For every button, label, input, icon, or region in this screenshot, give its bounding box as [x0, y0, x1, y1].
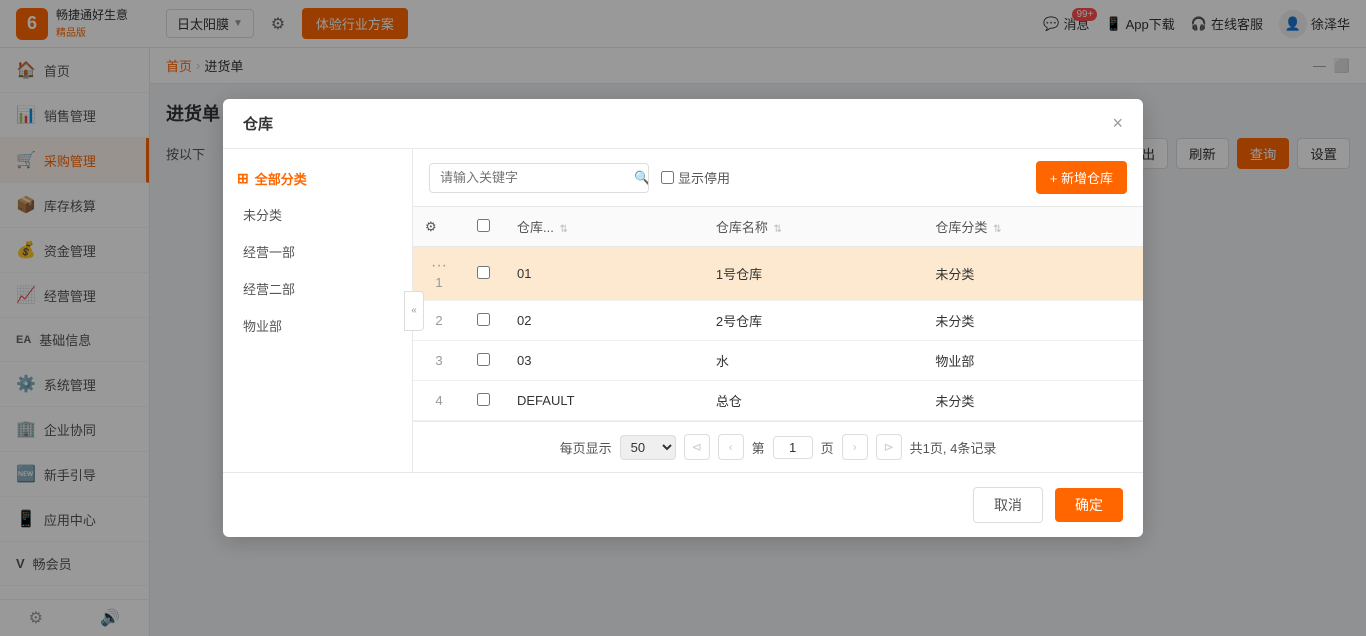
row-num-val: 3 [435, 353, 442, 368]
category-item-unclassified[interactable]: 未分类 [223, 196, 412, 233]
category-item-property[interactable]: 物业部 [223, 307, 412, 344]
warehouse-modal: 仓库 × ⊞ 全部分类 未分类 经营一部 经营二部 [223, 99, 1143, 537]
search-input[interactable] [430, 164, 626, 191]
show-disabled-checkbox[interactable] [661, 171, 674, 184]
sort-category-icon: ⇅ [993, 224, 1001, 235]
next-page-button[interactable]: › [842, 434, 868, 460]
grid-icon: ⊞ [237, 170, 249, 187]
row-checkbox[interactable] [477, 266, 490, 279]
table-area: 🔍 显示停用 + 新增仓库 ⚙ [413, 149, 1143, 472]
row-checkbox[interactable] [477, 393, 490, 406]
col-name-header: 仓库名称 ⇅ [704, 207, 924, 247]
row-category: 未分类 [923, 381, 1143, 421]
table-row[interactable]: ··· 2 02 2号仓库 未分类 [413, 301, 1143, 341]
search-icon[interactable]: 🔍 [626, 164, 649, 192]
table-row[interactable]: ··· 3 03 水 物业部 [413, 341, 1143, 381]
col-category-header: 仓库分类 ⇅ [923, 207, 1143, 247]
sort-name-icon: ⇅ [774, 224, 782, 235]
page-total: 共1页, 4条记录 [910, 438, 997, 457]
row-category: 未分类 [923, 247, 1143, 301]
category-sidebar: ⊞ 全部分类 未分类 经营一部 经营二部 物业部 « [223, 149, 413, 472]
modal-header: 仓库 × [223, 99, 1143, 149]
row-checkbox[interactable] [477, 353, 490, 366]
add-warehouse-button[interactable]: + 新增仓库 [1036, 161, 1127, 194]
row-num-val: 1 [435, 275, 442, 290]
modal-overlay: 仓库 × ⊞ 全部分类 未分类 经营一部 经营二部 [0, 0, 1366, 636]
category-label-unclassified: 未分类 [243, 208, 282, 223]
row-actions: ··· 4 [413, 381, 465, 421]
data-table: ⚙ 仓库... ⇅ 仓库名称 [413, 206, 1143, 421]
all-categories-label: 全部分类 [255, 169, 307, 188]
row-checkbox-cell [465, 301, 505, 341]
row-category: 物业部 [923, 341, 1143, 381]
show-disabled-label: 显示停用 [678, 168, 730, 187]
show-disabled-toggle[interactable]: 显示停用 [661, 168, 730, 187]
row-name: 水 [704, 341, 924, 381]
category-label-ops1: 经营一部 [243, 245, 295, 260]
category-label-ops2: 经营二部 [243, 282, 295, 297]
row-code: 01 [505, 247, 704, 301]
modal-title: 仓库 [243, 113, 273, 134]
col-code-header: 仓库... ⇅ [505, 207, 704, 247]
row-checkbox[interactable] [477, 313, 490, 326]
last-page-button[interactable]: ⊳ [876, 434, 902, 460]
category-item-ops2[interactable]: 经营二部 [223, 270, 412, 307]
row-checkbox-cell [465, 247, 505, 301]
row-code: 02 [505, 301, 704, 341]
confirm-button[interactable]: 确定 [1055, 488, 1123, 522]
settings-col-icon: ⚙ [425, 219, 437, 234]
category-item-ops1[interactable]: 经营一部 [223, 233, 412, 270]
search-box: 🔍 [429, 163, 649, 193]
all-categories-item[interactable]: ⊞ 全部分类 [223, 161, 412, 196]
table-toolbar: 🔍 显示停用 + 新增仓库 [413, 149, 1143, 206]
modal-body: ⊞ 全部分类 未分类 经营一部 经营二部 物业部 « [223, 149, 1143, 472]
cancel-button[interactable]: 取消 [973, 487, 1043, 523]
prev-page-button[interactable]: ‹ [718, 434, 744, 460]
page-size-label: 每页显示 [560, 438, 612, 457]
row-code: DEFAULT [505, 381, 704, 421]
sort-code-icon: ⇅ [559, 224, 567, 235]
modal-close-button[interactable]: × [1112, 113, 1123, 134]
warehouse-table: ⚙ 仓库... ⇅ 仓库名称 [413, 207, 1143, 421]
row-name: 2号仓库 [704, 301, 924, 341]
select-all-checkbox[interactable] [477, 219, 490, 232]
page-size-select[interactable]: 50 10 20 100 [620, 435, 676, 460]
row-name: 总仓 [704, 381, 924, 421]
table-row[interactable]: ··· 4 DEFAULT 总仓 未分类 [413, 381, 1143, 421]
first-page-button[interactable]: ⊲ [684, 434, 710, 460]
row-num-val: 4 [435, 393, 442, 408]
row-category: 未分类 [923, 301, 1143, 341]
col-settings-header: ⚙ [413, 207, 465, 247]
row-checkbox-cell [465, 341, 505, 381]
row-dots-button[interactable]: ··· [425, 255, 453, 276]
col-checkbox-header [465, 207, 505, 247]
row-name: 1号仓库 [704, 247, 924, 301]
row-code: 03 [505, 341, 704, 381]
table-row[interactable]: ··· 1 01 1号仓库 未分类 [413, 247, 1143, 301]
chevron-left-icon: « [411, 305, 417, 316]
modal-footer: 取消 确定 [223, 472, 1143, 537]
pagination: 每页显示 50 10 20 100 ⊲ ‹ 第 页 › ⊳ 共1页, 4条记录 [413, 421, 1143, 472]
category-label-property: 物业部 [243, 319, 282, 334]
page-number-input[interactable] [773, 436, 813, 459]
row-checkbox-cell [465, 381, 505, 421]
row-num-val: 2 [435, 313, 442, 328]
collapse-sidebar-button[interactable]: « [404, 291, 424, 331]
row-actions: ··· 3 [413, 341, 465, 381]
page-num-label: 第 [752, 438, 765, 457]
page-unit: 页 [821, 438, 834, 457]
